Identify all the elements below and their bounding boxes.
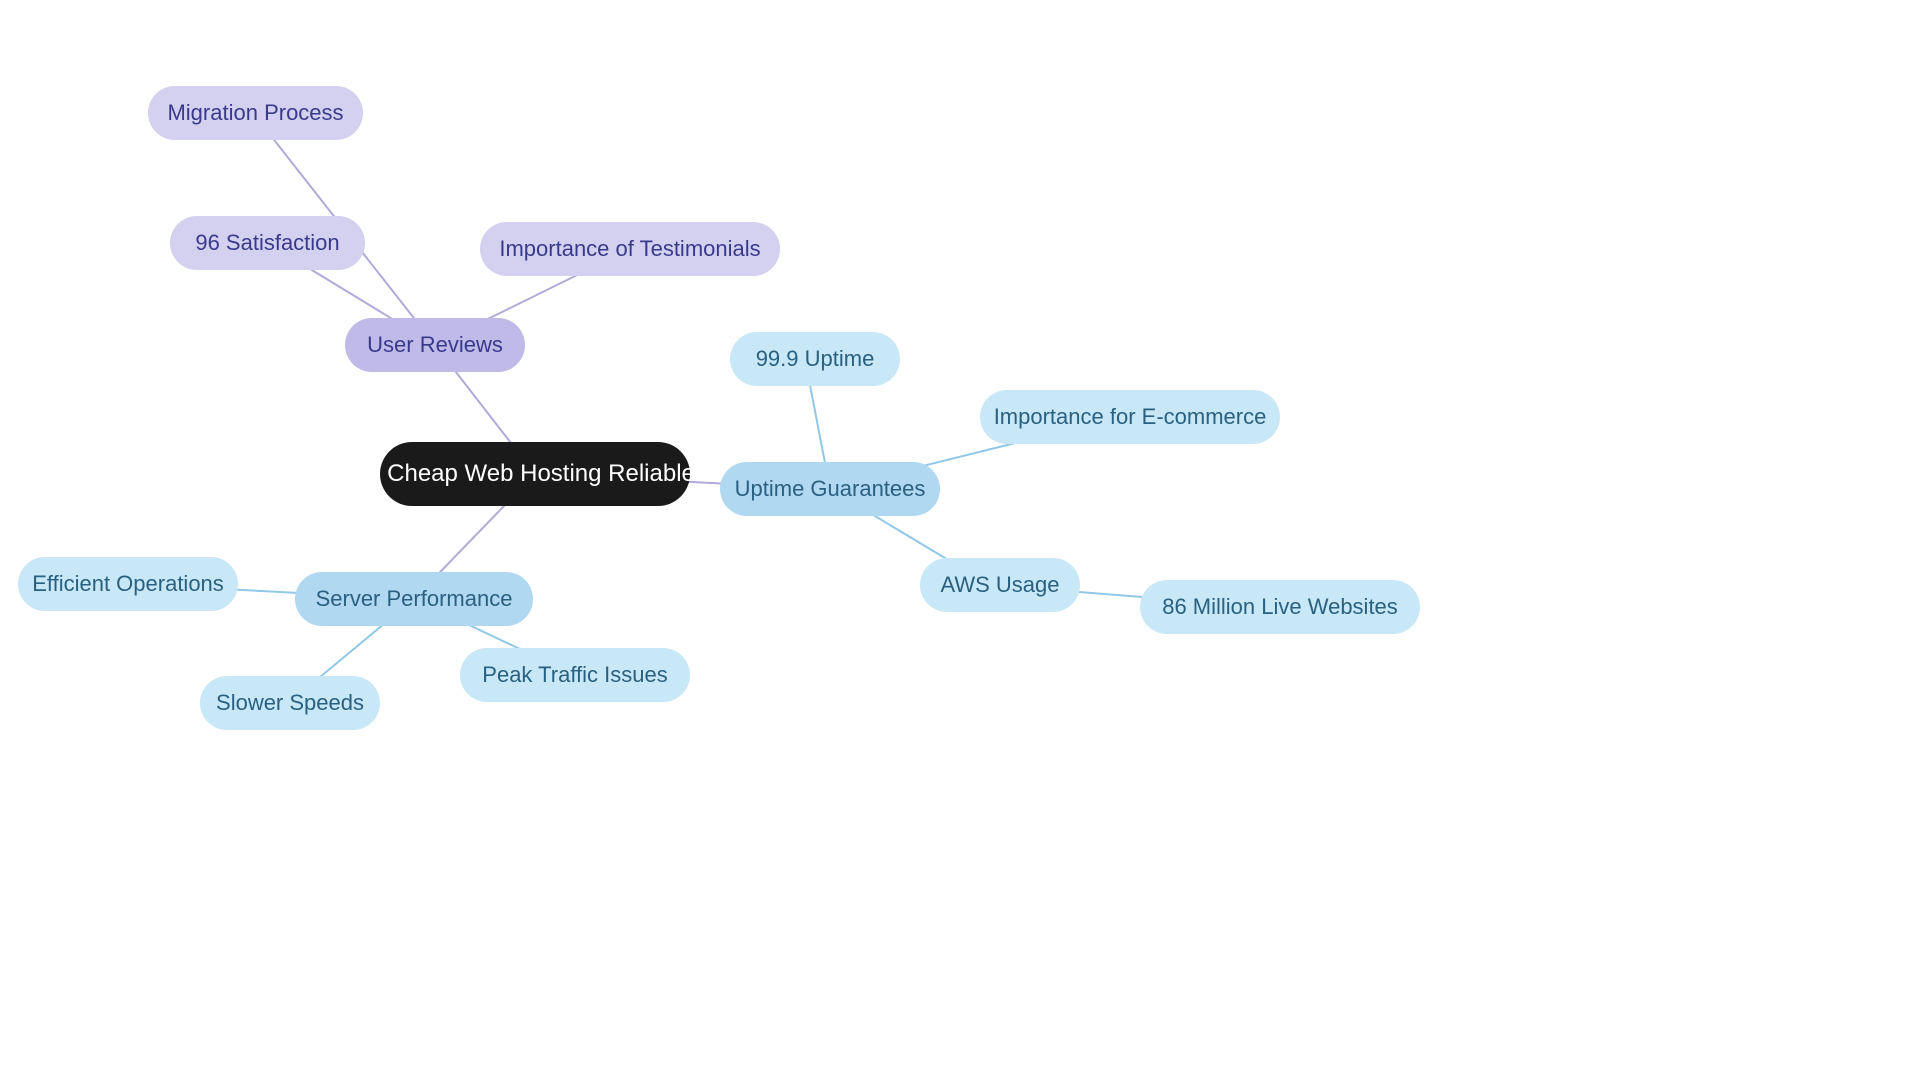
- aws-usage-node: AWS Usage: [920, 558, 1080, 612]
- migration-process-node: Migration Process: [148, 86, 363, 140]
- peak-traffic-node: Peak Traffic Issues: [460, 648, 690, 702]
- server-performance-node: Server Performance: [295, 572, 533, 626]
- user-reviews-node: User Reviews: [345, 318, 525, 372]
- uptime-99-node: 99.9 Uptime: [730, 332, 900, 386]
- satisfaction-node: 96 Satisfaction: [170, 216, 365, 270]
- importance-ecommerce-node: Importance for E-commerce: [980, 390, 1280, 444]
- slower-speeds-node: Slower Speeds: [200, 676, 380, 730]
- million-websites-node: 86 Million Live Websites: [1140, 580, 1420, 634]
- uptime-guarantees-node: Uptime Guarantees: [720, 462, 940, 516]
- importance-testimonials-node: Importance of Testimonials: [480, 222, 780, 276]
- center-node: Is Cheap Web Hosting Reliable?: [380, 442, 690, 506]
- efficient-operations-node: Efficient Operations: [18, 557, 238, 611]
